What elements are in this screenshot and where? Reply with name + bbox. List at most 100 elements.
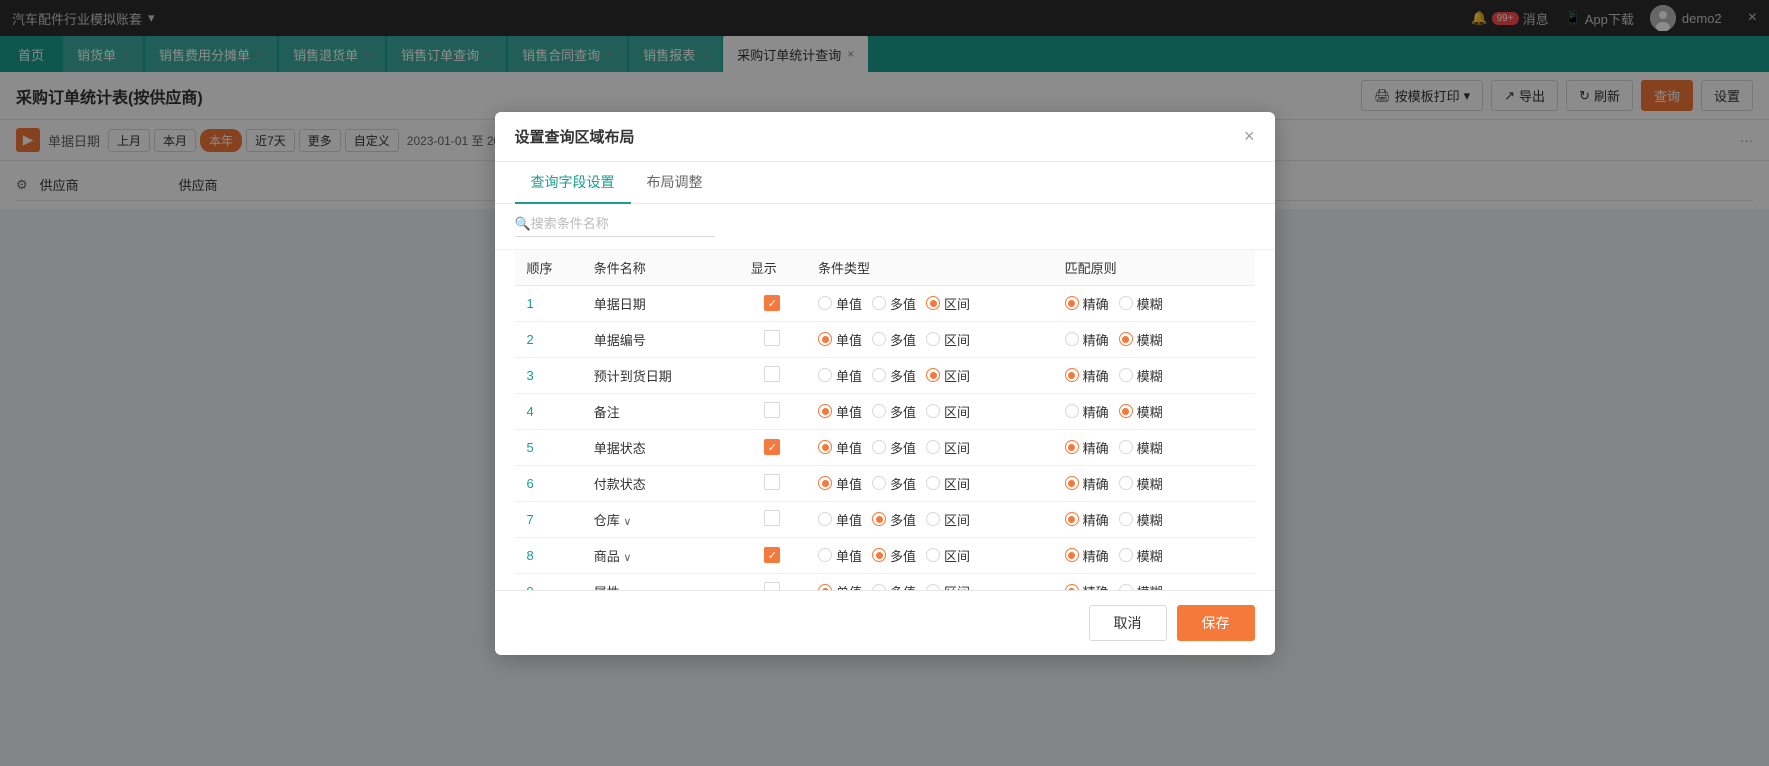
checkbox-checked[interactable] xyxy=(764,439,780,455)
table-row: 6付款状态 单值 多值 区间 精确 模糊 xyxy=(515,465,1255,501)
radio-type-区间[interactable]: 区间 xyxy=(926,546,970,565)
modal-close-button[interactable]: × xyxy=(1244,127,1255,145)
radio-match-精确[interactable]: 精确 xyxy=(1065,438,1109,457)
radio-type-单值[interactable]: 单值 xyxy=(818,582,862,590)
tab-query-fields[interactable]: 查询字段设置 xyxy=(515,162,631,204)
row-condition-name: 付款状态 xyxy=(582,465,739,501)
settings-modal: 设置查询区域布局 × 查询字段设置 布局调整 🔍 顺序 xyxy=(495,112,1275,655)
checkbox-checked[interactable] xyxy=(764,295,780,311)
radio-type-区间[interactable]: 区间 xyxy=(926,438,970,457)
checkbox-unchecked[interactable] xyxy=(764,366,780,382)
row-seq: 9 xyxy=(515,573,582,590)
row-display-checkbox[interactable] xyxy=(739,429,806,465)
radio-type-多值[interactable]: 多值 xyxy=(872,438,916,457)
row-seq: 7 xyxy=(515,501,582,537)
radio-match-模糊[interactable]: 模糊 xyxy=(1119,402,1163,421)
table-row: 7仓库 ∨ 单值 多值 区间 精确 模糊 xyxy=(515,501,1255,537)
row-display-checkbox[interactable] xyxy=(739,321,806,357)
radio-match-精确[interactable]: 精确 xyxy=(1065,582,1109,590)
radio-match-精确[interactable]: 精确 xyxy=(1065,294,1109,313)
row-match-radio: 精确 模糊 xyxy=(1053,501,1255,537)
row-display-checkbox[interactable] xyxy=(739,357,806,393)
radio-type-单值[interactable]: 单值 xyxy=(818,402,862,421)
radio-type-区间[interactable]: 区间 xyxy=(926,330,970,349)
row-match-radio: 精确 模糊 xyxy=(1053,321,1255,357)
radio-match-模糊[interactable]: 模糊 xyxy=(1119,294,1163,313)
radio-type-区间[interactable]: 区间 xyxy=(926,366,970,385)
radio-type-多值[interactable]: 多值 xyxy=(872,582,916,590)
radio-match-模糊[interactable]: 模糊 xyxy=(1119,438,1163,457)
radio-type-单值[interactable]: 单值 xyxy=(818,438,862,457)
row-display-checkbox[interactable] xyxy=(739,501,806,537)
tab-layout-adjust[interactable]: 布局调整 xyxy=(631,162,719,204)
radio-match-模糊[interactable]: 模糊 xyxy=(1119,330,1163,349)
radio-match-模糊[interactable]: 模糊 xyxy=(1119,546,1163,565)
radio-match-精确[interactable]: 精确 xyxy=(1065,546,1109,565)
checkbox-checked[interactable] xyxy=(764,547,780,563)
radio-type-区间[interactable]: 区间 xyxy=(926,402,970,421)
row-match-radio: 精确 模糊 xyxy=(1053,465,1255,501)
row-condition-name: 商品 ∨ xyxy=(582,537,739,573)
table-row: 4备注 单值 多值 区间 精确 模糊 xyxy=(515,393,1255,429)
radio-type-多值[interactable]: 多值 xyxy=(872,402,916,421)
checkbox-unchecked[interactable] xyxy=(764,474,780,490)
radio-type-多值[interactable]: 多值 xyxy=(872,474,916,493)
row-match-radio: 精确 模糊 xyxy=(1053,537,1255,573)
radio-type-多值[interactable]: 多值 xyxy=(872,330,916,349)
settings-table-container: 顺序 条件名称 显示 条件类型 匹配原则 1单据日期 单值 多值 区间 精确 xyxy=(495,250,1275,590)
row-display-checkbox[interactable] xyxy=(739,573,806,590)
radio-type-区间[interactable]: 区间 xyxy=(926,510,970,529)
radio-match-模糊[interactable]: 模糊 xyxy=(1119,510,1163,529)
row-condition-name: 单据编号 xyxy=(582,321,739,357)
search-input[interactable] xyxy=(531,216,715,231)
cancel-button[interactable]: 取消 xyxy=(1089,605,1167,641)
radio-match-精确[interactable]: 精确 xyxy=(1065,474,1109,493)
radio-type-单值[interactable]: 单值 xyxy=(818,366,862,385)
modal-footer: 取消 保存 xyxy=(495,590,1275,655)
radio-type-单值[interactable]: 单值 xyxy=(818,330,862,349)
radio-type-单值[interactable]: 单值 xyxy=(818,546,862,565)
checkbox-unchecked[interactable] xyxy=(764,330,780,346)
row-seq: 4 xyxy=(515,393,582,429)
radio-match-模糊[interactable]: 模糊 xyxy=(1119,582,1163,590)
row-type-radio: 单值 多值 区间 xyxy=(806,501,1053,537)
checkbox-unchecked[interactable] xyxy=(764,510,780,526)
radio-type-单值[interactable]: 单值 xyxy=(818,474,862,493)
row-condition-name: 预计到货日期 xyxy=(582,357,739,393)
row-type-radio: 单值 多值 区间 xyxy=(806,429,1053,465)
row-match-radio: 精确 模糊 xyxy=(1053,393,1255,429)
radio-match-精确[interactable]: 精确 xyxy=(1065,510,1109,529)
radio-type-区间[interactable]: 区间 xyxy=(926,294,970,313)
radio-match-模糊[interactable]: 模糊 xyxy=(1119,474,1163,493)
row-seq: 5 xyxy=(515,429,582,465)
modal-tabs: 查询字段设置 布局调整 xyxy=(495,162,1275,204)
radio-type-单值[interactable]: 单值 xyxy=(818,294,862,313)
radio-type-区间[interactable]: 区间 xyxy=(926,474,970,493)
row-type-radio: 单值 多值 区间 xyxy=(806,393,1053,429)
row-type-radio: 单值 多值 区间 xyxy=(806,285,1053,321)
row-seq: 8 xyxy=(515,537,582,573)
search-icon: 🔍 xyxy=(515,216,531,232)
radio-type-多值[interactable]: 多值 xyxy=(872,366,916,385)
radio-match-精确[interactable]: 精确 xyxy=(1065,330,1109,349)
radio-match-模糊[interactable]: 模糊 xyxy=(1119,366,1163,385)
radio-type-多值[interactable]: 多值 xyxy=(872,546,916,565)
row-condition-name: 单据状态 xyxy=(582,429,739,465)
radio-type-单值[interactable]: 单值 xyxy=(818,510,862,529)
col-header-order: 顺序 xyxy=(515,250,582,286)
checkbox-unchecked[interactable] xyxy=(764,402,780,418)
row-match-radio: 精确 模糊 xyxy=(1053,573,1255,590)
radio-type-多值[interactable]: 多值 xyxy=(872,510,916,529)
radio-type-区间[interactable]: 区间 xyxy=(926,582,970,590)
table-row: 5单据状态 单值 多值 区间 精确 模糊 xyxy=(515,429,1255,465)
radio-match-精确[interactable]: 精确 xyxy=(1065,366,1109,385)
row-display-checkbox[interactable] xyxy=(739,537,806,573)
radio-type-多值[interactable]: 多值 xyxy=(872,294,916,313)
checkbox-unchecked[interactable] xyxy=(764,582,780,590)
row-type-radio: 单值 多值 区间 xyxy=(806,465,1053,501)
save-button[interactable]: 保存 xyxy=(1177,605,1255,641)
radio-match-精确[interactable]: 精确 xyxy=(1065,402,1109,421)
row-display-checkbox[interactable] xyxy=(739,285,806,321)
row-display-checkbox[interactable] xyxy=(739,393,806,429)
row-display-checkbox[interactable] xyxy=(739,465,806,501)
